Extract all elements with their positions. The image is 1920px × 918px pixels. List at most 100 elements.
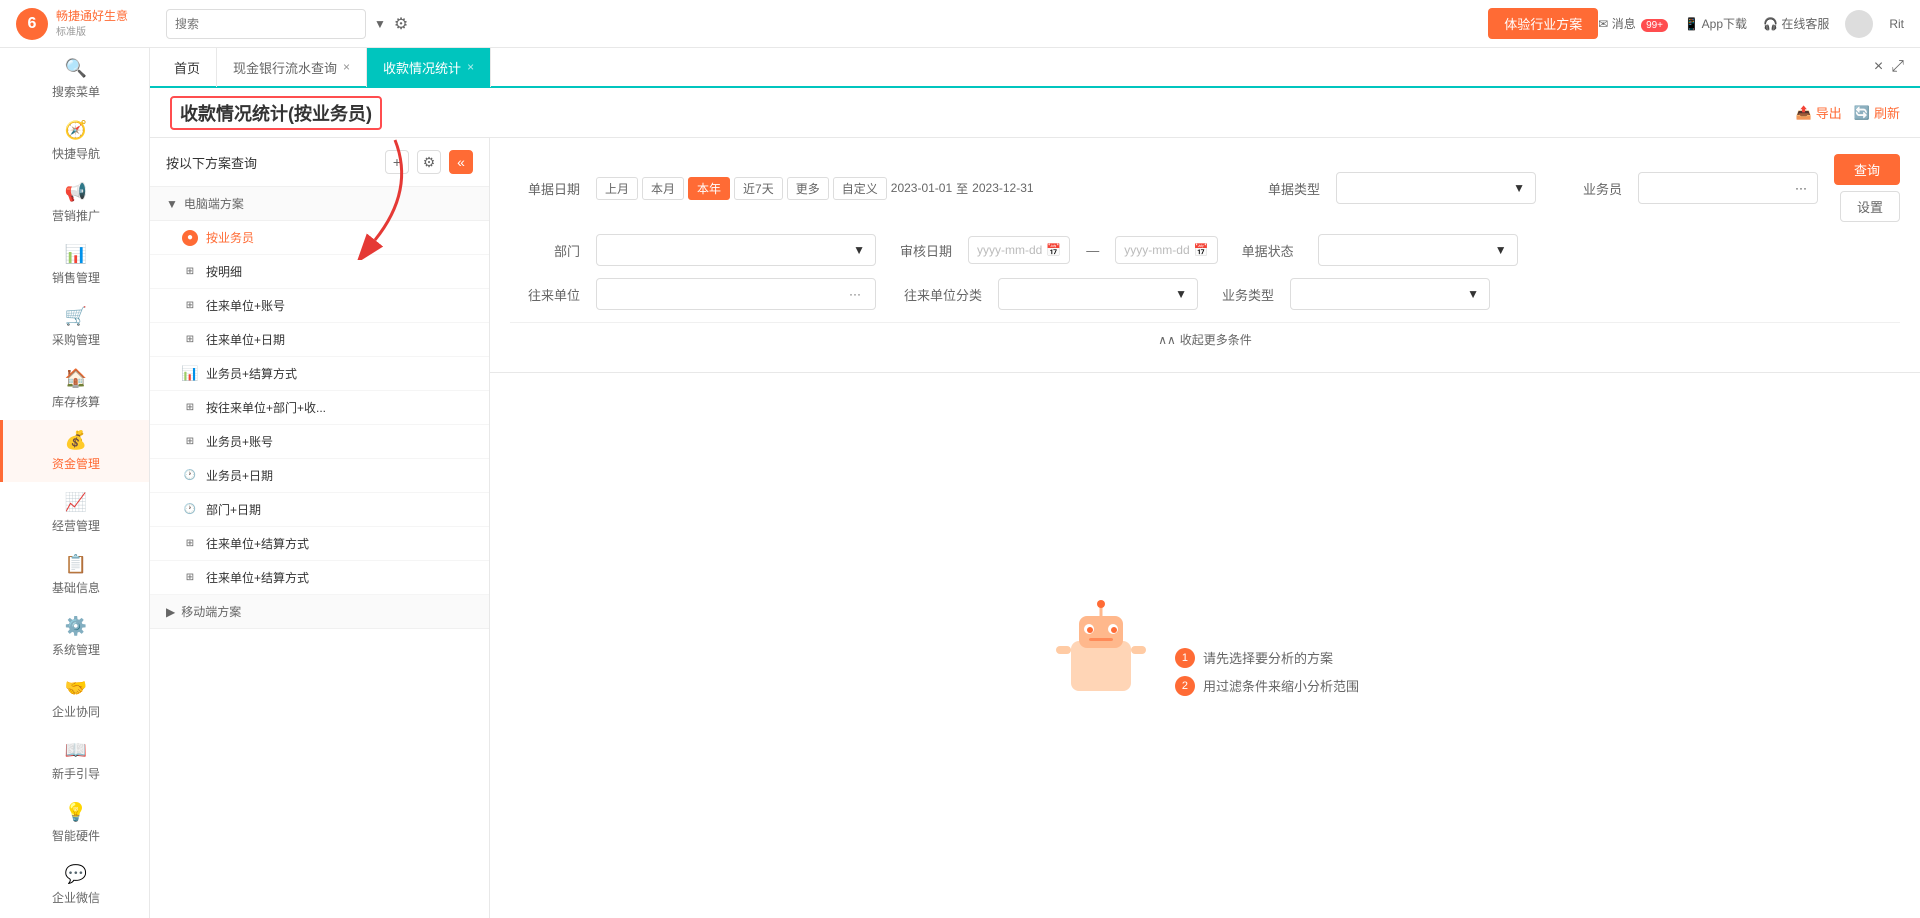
- schema-settings-button[interactable]: ⚙: [417, 150, 441, 174]
- filter-settings-button[interactable]: 设置: [1840, 191, 1900, 222]
- sidebar-item-sales[interactable]: 📊 销售管理: [0, 234, 149, 296]
- schema-icon-7: 🕐: [182, 468, 198, 484]
- schema-item-3[interactable]: ⊞ 往来单位+日期: [150, 323, 489, 357]
- tab-close-icon2[interactable]: ×: [467, 60, 474, 74]
- sidebar-item-label: 资金管理: [52, 455, 100, 472]
- gear-icon[interactable]: ⚙: [394, 14, 408, 34]
- date-btn-custom[interactable]: 自定义: [833, 177, 887, 200]
- sidebar-item-basic[interactable]: 📋 基础信息: [0, 544, 149, 606]
- empty-tips: 1 请先选择要分析的方案 2 用过滤条件来缩小分析范围: [1175, 648, 1359, 696]
- left-panel: 按以下方案查询 + ⚙ « ▼ 电脑端方案 ● 按业务员: [150, 138, 490, 918]
- schema-item-1[interactable]: ⊞ 按明细: [150, 255, 489, 289]
- header-dropdown[interactable]: ▼: [374, 17, 386, 31]
- schema-item-6[interactable]: ⊞ 业务员+账号: [150, 425, 489, 459]
- sidebar-item-label: 库存核算: [52, 393, 100, 410]
- guide-icon: 📖: [65, 740, 87, 761]
- schema-item-10[interactable]: ⊞ 往来单位+结算方式: [150, 561, 489, 595]
- desktop-group-header[interactable]: ▼ 电脑端方案: [150, 187, 489, 221]
- review-date-label: 审核日期: [892, 241, 952, 260]
- header-search-area: ▼ ⚙: [166, 9, 1488, 39]
- sidebar-item-inventory[interactable]: 🏠 库存核算: [0, 358, 149, 420]
- schema-item-7[interactable]: 🕐 业务员+日期: [150, 459, 489, 493]
- sidebar-item-label: 基础信息: [52, 579, 100, 596]
- page-title: 收款情况统计(按业务员): [170, 96, 382, 130]
- basic-icon: 📋: [65, 554, 87, 575]
- schema-item-0[interactable]: ● 按业务员: [150, 221, 489, 255]
- schema-item-4[interactable]: 📊 业务员+结算方式: [150, 357, 489, 391]
- tab-collection[interactable]: 收款情况统计 ×: [367, 48, 491, 87]
- sidebar-item-label: 经营管理: [52, 517, 100, 534]
- sidebar-item-finance[interactable]: 💰 资金管理: [0, 420, 149, 482]
- avatar[interactable]: [1845, 10, 1873, 38]
- schema-icon-0: ●: [182, 230, 198, 246]
- desktop-group-label: 电脑端方案: [184, 195, 244, 212]
- export-button[interactable]: 📤 导出: [1796, 103, 1842, 122]
- maximize-window-icon[interactable]: ⤢: [1891, 58, 1904, 76]
- doc-status-select[interactable]: ▼: [1318, 234, 1518, 266]
- counterparty-select[interactable]: ···: [596, 278, 876, 310]
- online-service-btn[interactable]: 🎧 在线客服: [1763, 15, 1829, 32]
- logo-icon: 6: [16, 8, 48, 40]
- date-btn-7days[interactable]: 近7天: [734, 177, 783, 200]
- counterparty-dots[interactable]: ···: [845, 287, 865, 301]
- sidebar-item-system[interactable]: ⚙️ 系统管理: [0, 606, 149, 668]
- schema-item-9[interactable]: ⊞ 往来单位+结算方式: [150, 527, 489, 561]
- search-input[interactable]: [166, 9, 366, 39]
- date-btn-this-month[interactable]: 本月: [642, 177, 684, 200]
- left-panel-title: 按以下方案查询: [166, 153, 377, 172]
- close-window-icon[interactable]: ×: [1874, 58, 1883, 76]
- date-btn-last-month[interactable]: 上月: [596, 177, 638, 200]
- mobile-schema-group: ▶ 移动端方案: [150, 595, 489, 629]
- schema-label-0: 按业务员: [206, 229, 254, 246]
- desktop-schema-group: ▼ 电脑端方案 ● 按业务员 ⊞ 按明细 ⊞: [150, 187, 489, 595]
- empty-tip-2: 2 用过滤条件来缩小分析范围: [1175, 676, 1359, 696]
- review-date-from[interactable]: yyyy-mm-dd 📅: [968, 236, 1070, 264]
- sidebar-item-label: 新手引导: [52, 765, 100, 782]
- mobile-group-label: 移动端方案: [181, 603, 241, 620]
- counterparty-label: 往来单位: [510, 285, 580, 304]
- mobile-group-header[interactable]: ▶ 移动端方案: [150, 595, 489, 629]
- date-btn-more[interactable]: 更多: [787, 177, 829, 200]
- sidebar-item-operation[interactable]: 📈 经营管理: [0, 482, 149, 544]
- review-date-to[interactable]: yyyy-mm-dd 📅: [1115, 236, 1217, 264]
- schema-item-5[interactable]: ⊞ 按往来单位+部门+收...: [150, 391, 489, 425]
- sales-icon: 📊: [65, 244, 87, 265]
- empty-state: 1 请先选择要分析的方案 2 用过滤条件来缩小分析范围: [490, 373, 1920, 918]
- panel-collapse-button[interactable]: «: [449, 150, 473, 174]
- messages-btn[interactable]: ✉ 消息 99+: [1598, 15, 1668, 32]
- collab-icon: 🤝: [65, 678, 87, 699]
- app-download-btn[interactable]: 📱 App下载: [1684, 15, 1747, 32]
- sidebar-item-collab[interactable]: 🤝 企业协同: [0, 668, 149, 730]
- dept-select[interactable]: ▼: [596, 234, 876, 266]
- tab-collection-label: 收款情况统计: [383, 58, 461, 77]
- tab-bank-flow[interactable]: 现金银行流水查询 ×: [217, 48, 367, 87]
- sidebar-item-guide[interactable]: 📖 新手引导: [0, 730, 149, 792]
- add-schema-button[interactable]: +: [385, 150, 409, 174]
- schema-label-3: 往来单位+日期: [206, 331, 285, 348]
- sidebar-item-search[interactable]: 🔍 搜索菜单: [0, 48, 149, 110]
- business-type-select[interactable]: ▼: [1290, 278, 1490, 310]
- schema-item-8[interactable]: 🕐 部门+日期: [150, 493, 489, 527]
- schema-item-2[interactable]: ⊞ 往来单位+账号: [150, 289, 489, 323]
- sidebar-item-hardware[interactable]: 💡 智能硬件: [0, 792, 149, 854]
- sidebar-item-purchase[interactable]: 🛒 采购管理: [0, 296, 149, 358]
- date-btn-this-year[interactable]: 本年: [688, 177, 730, 200]
- collapse-filter-button[interactable]: ∧∧ 收起更多条件: [510, 322, 1900, 356]
- export-icon: 📤: [1796, 105, 1812, 121]
- schema-label-1: 按明细: [206, 263, 242, 280]
- tab-close-icon[interactable]: ×: [343, 60, 350, 74]
- trial-button[interactable]: 体验行业方案: [1488, 8, 1598, 39]
- sidebar-item-marketing[interactable]: 📢 营销推广: [0, 172, 149, 234]
- query-button[interactable]: 查询: [1834, 154, 1900, 185]
- sidebar-item-nav[interactable]: 🧭 快捷导航: [0, 110, 149, 172]
- salesperson-select[interactable]: ···: [1638, 172, 1818, 204]
- refresh-button[interactable]: 🔄 刷新: [1854, 103, 1900, 122]
- counterparty-category-select[interactable]: ▼: [998, 278, 1198, 310]
- doc-type-select[interactable]: ▼: [1336, 172, 1536, 204]
- chevron-down-icon: ▼: [374, 17, 386, 31]
- dept-label: 部门: [510, 241, 580, 260]
- messages-badge: 99+: [1641, 19, 1668, 32]
- date-to-value: 2023-12-31: [972, 181, 1033, 195]
- sidebar-item-wechat[interactable]: 💬 企业微信: [0, 854, 149, 916]
- tab-home[interactable]: 首页: [158, 48, 217, 87]
